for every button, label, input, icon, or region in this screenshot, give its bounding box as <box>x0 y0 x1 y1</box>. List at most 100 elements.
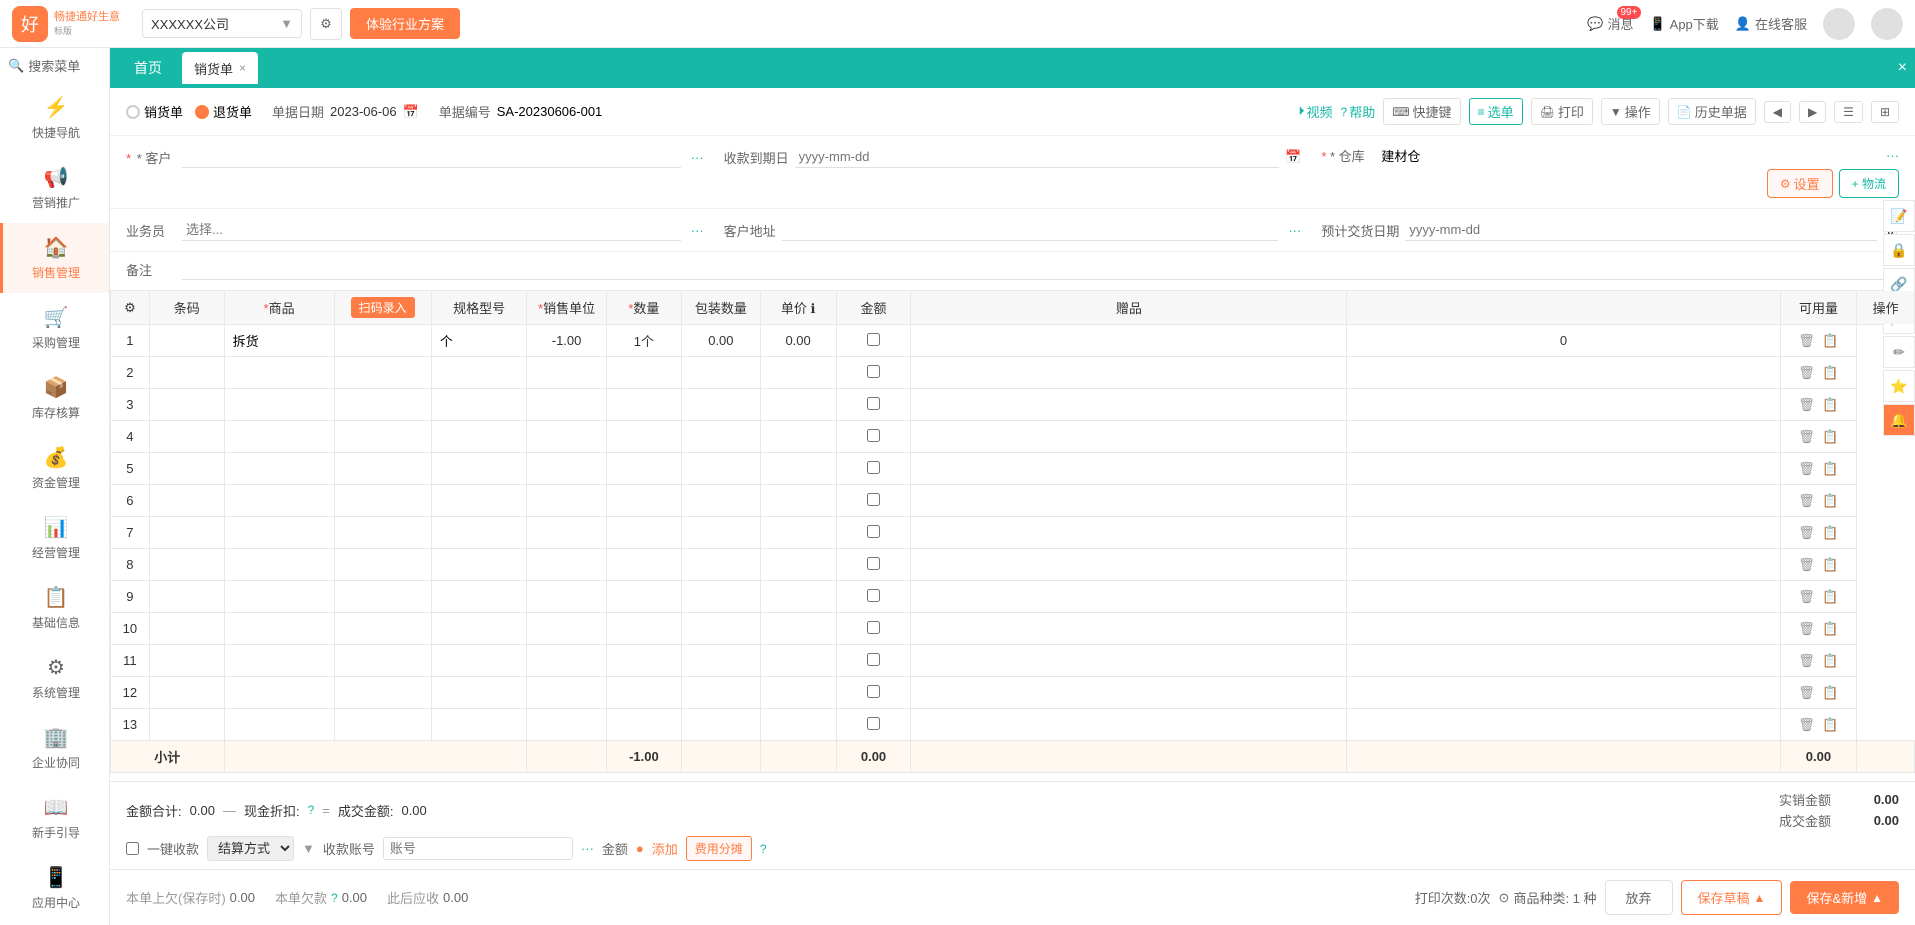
row-product[interactable] <box>224 549 334 581</box>
online-support-button[interactable]: 👤 在线客服 <box>1735 14 1807 33</box>
tab-close-icon[interactable]: × <box>239 61 246 75</box>
rt-edit[interactable]: ✏ <box>1883 336 1915 368</box>
nav-prev-btn[interactable]: ◀ <box>1764 101 1791 123</box>
row-price[interactable] <box>682 485 760 517</box>
row-unit[interactable] <box>431 613 527 645</box>
setting-button[interactable]: ⚙ 设置 <box>1767 169 1833 198</box>
delete-icon[interactable]: 🗑 <box>1798 333 1815 348</box>
row-spec[interactable] <box>334 517 431 549</box>
delete-icon[interactable]: 🗑 <box>1798 589 1815 604</box>
row-spec[interactable] <box>334 677 431 709</box>
delete-icon[interactable]: 🗑 <box>1798 493 1815 508</box>
delete-icon[interactable]: 🗑 <box>1798 461 1815 476</box>
row-barcode[interactable] <box>149 581 224 613</box>
sidebar-item-finance[interactable]: 💰 资金管理 <box>0 433 109 503</box>
row-gift[interactable] <box>836 709 911 741</box>
row-qty[interactable] <box>527 485 606 517</box>
row-gift[interactable] <box>836 645 911 677</box>
row-barcode[interactable] <box>149 517 224 549</box>
row-gift[interactable] <box>836 517 911 549</box>
addr-more-icon[interactable]: ··· <box>1288 223 1301 238</box>
row-barcode[interactable] <box>149 485 224 517</box>
copy-icon[interactable]: 📋 <box>1822 365 1838 380</box>
row-gift[interactable] <box>836 325 911 357</box>
copy-icon[interactable]: 📋 <box>1822 589 1838 604</box>
rt-star[interactable]: ⭐ <box>1883 370 1915 402</box>
row-price[interactable] <box>682 549 760 581</box>
row-unit[interactable] <box>431 709 527 741</box>
trial-button[interactable]: 体验行业方案 <box>350 8 460 39</box>
select-btn[interactable]: ≡ 选单 <box>1469 98 1523 125</box>
settlement-select[interactable]: 结算方式 <box>207 836 294 861</box>
logistics-button[interactable]: + 物流 <box>1839 169 1899 198</box>
sidebar-item-apps[interactable]: 📱 应用中心 <box>0 853 109 923</box>
row-spec[interactable] <box>334 453 431 485</box>
help-link[interactable]: ? 帮助 <box>1341 102 1376 121</box>
rt-bell[interactable]: 🔔 <box>1883 404 1915 436</box>
row-price[interactable] <box>682 357 760 389</box>
receipt-calendar-icon[interactable]: 📅 <box>1285 149 1301 165</box>
row-barcode[interactable] <box>149 549 224 581</box>
rt-lock[interactable]: 🔒 <box>1883 234 1915 266</box>
customer-addr-input[interactable] <box>782 219 1279 241</box>
row-barcode[interactable] <box>149 709 224 741</box>
sidebar-item-guide[interactable]: 📖 新手引导 <box>0 783 109 853</box>
row-barcode[interactable] <box>149 645 224 677</box>
row-price[interactable] <box>682 677 760 709</box>
row-spec[interactable] <box>334 325 431 357</box>
delete-icon[interactable]: 🗑 <box>1798 429 1815 444</box>
copy-icon[interactable]: 📋 <box>1822 685 1838 700</box>
account-input[interactable] <box>383 837 573 860</box>
row-product[interactable] <box>224 581 334 613</box>
total-balance-info[interactable]: ? <box>331 891 338 905</box>
row-unit[interactable] <box>431 677 527 709</box>
receipt-date-input[interactable] <box>795 146 1279 168</box>
row-unit[interactable] <box>431 645 527 677</box>
sidebar-item-search[interactable]: 🔍 搜索菜单 <box>0 48 109 83</box>
row-price[interactable] <box>682 517 760 549</box>
save-draft-button[interactable]: 保存草稿 ▲ <box>1681 880 1783 915</box>
row-barcode[interactable] <box>149 613 224 645</box>
row-product[interactable] <box>224 517 334 549</box>
sidebar-item-basic[interactable]: 📋 基础信息 <box>0 573 109 643</box>
row-gift[interactable] <box>836 677 911 709</box>
row-price[interactable]: 0.00 <box>682 325 760 357</box>
row-unit[interactable] <box>431 517 527 549</box>
row-unit[interactable] <box>431 549 527 581</box>
row-product[interactable] <box>224 421 334 453</box>
row-spec[interactable] <box>334 613 431 645</box>
company-selector[interactable]: XXXXXX公司 ▼ <box>142 9 302 38</box>
salesperson-input[interactable] <box>182 219 681 241</box>
delete-icon[interactable]: 🗑 <box>1798 365 1815 380</box>
sidebar-item-system[interactable]: ⚙ 系统管理 <box>0 643 109 713</box>
row-barcode[interactable] <box>149 677 224 709</box>
one-click-checkbox[interactable] <box>126 842 139 855</box>
row-product[interactable] <box>224 485 334 517</box>
row-product[interactable] <box>224 453 334 485</box>
row-qty[interactable]: -1.00 <box>527 325 606 357</box>
remarks-input[interactable] <box>182 258 1899 280</box>
copy-icon[interactable]: 📋 <box>1822 493 1838 508</box>
sidebar-item-business[interactable]: 📊 经营管理 <box>0 503 109 573</box>
row-price[interactable] <box>682 613 760 645</box>
fee-split-btn[interactable]: 费用分摊 <box>686 836 752 861</box>
row-gift[interactable] <box>836 421 911 453</box>
warehouse-more-icon[interactable]: ··· <box>1886 148 1899 163</box>
row-price[interactable] <box>682 581 760 613</box>
sidebar-item-marketing[interactable]: 📢 营销推广 <box>0 153 109 223</box>
row-gift[interactable] <box>836 581 911 613</box>
row-price[interactable] <box>682 389 760 421</box>
row-spec[interactable] <box>334 581 431 613</box>
row-unit[interactable] <box>431 389 527 421</box>
salesperson-more-icon[interactable]: ··· <box>691 223 704 238</box>
copy-icon[interactable]: 📋 <box>1822 525 1838 540</box>
row-qty[interactable] <box>527 645 606 677</box>
copy-icon[interactable]: 📋 <box>1822 333 1838 348</box>
copy-icon[interactable]: 📋 <box>1822 557 1838 572</box>
tab-sales-order[interactable]: 销货单 × <box>182 52 258 84</box>
save-new-button[interactable]: 保存&新增 ▲ <box>1790 881 1899 914</box>
radio-return[interactable]: 退货单 <box>195 102 252 121</box>
rt-notes[interactable]: 📝 <box>1883 200 1915 232</box>
view-grid-btn[interactable]: ⊞ <box>1871 101 1899 123</box>
date-value[interactable]: 2023-06-06 <box>330 104 397 119</box>
